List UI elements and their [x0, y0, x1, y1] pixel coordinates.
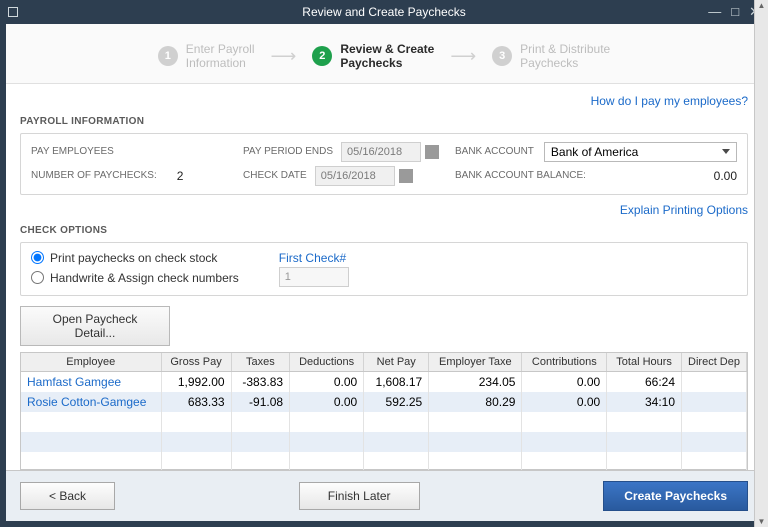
step-review-create: 2 Review & Create Paychecks: [312, 42, 434, 71]
help-link[interactable]: How do I pay my employees?: [591, 94, 748, 108]
main-container: 1 Enter Payroll Information ⟶ 2 Review &…: [6, 24, 762, 521]
cell-gross: 683.33: [161, 392, 231, 412]
create-paychecks-button[interactable]: Create Paychecks: [603, 481, 748, 511]
cell-direct: [682, 392, 747, 412]
table-row-empty: [21, 432, 747, 452]
titlebar: Review and Create Paychecks — □ ✕: [0, 0, 768, 24]
window-controls: — □ ✕: [708, 4, 760, 20]
wizard-steps: 1 Enter Payroll Information ⟶ 2 Review &…: [6, 24, 762, 84]
payroll-info-title: PAYROLL INFORMATION: [20, 116, 748, 127]
first-check-label: First Check#: [279, 251, 349, 265]
pay-period-ends-label: PAY PERIOD ENDS: [243, 146, 333, 157]
check-options-title: CHECK OPTIONS: [20, 225, 748, 236]
table-row[interactable]: Rosie Cotton-Gamgee 683.33 -91.08 0.00 5…: [21, 392, 747, 412]
col-taxes[interactable]: Taxes: [231, 353, 289, 372]
col-hours[interactable]: Total Hours: [607, 353, 682, 372]
arrow-icon: ⟶: [450, 46, 476, 67]
table-row-empty: [21, 412, 747, 432]
explain-printing-link[interactable]: Explain Printing Options: [620, 203, 748, 217]
cell-gross: 1,992.00: [161, 371, 231, 392]
table-row[interactable]: Hamfast Gamgee 1,992.00 -383.83 0.00 1,6…: [21, 371, 747, 392]
cell-hours: 34:10: [607, 392, 682, 412]
paycheck-table-wrap: Employee Gross Pay Taxes Deductions Net …: [20, 352, 748, 470]
num-paychecks-label: NUMBER OF PAYCHECKS:: [31, 170, 157, 181]
col-emptax[interactable]: Employer Taxe: [429, 353, 522, 372]
calendar-icon[interactable]: [425, 145, 439, 159]
col-contrib[interactable]: Contributions: [522, 353, 607, 372]
bank-account-value: Bank of America: [551, 145, 638, 159]
first-check-input[interactable]: [279, 267, 349, 287]
cell-taxes: -383.83: [231, 371, 289, 392]
cell-emptax: 234.05: [429, 371, 522, 392]
minimize-icon[interactable]: —: [708, 4, 721, 20]
col-direct[interactable]: Direct Dep: [682, 353, 747, 372]
content-area: How do I pay my employees? PAYROLL INFOR…: [6, 84, 762, 470]
cell-deductions: 0.00: [290, 392, 364, 412]
cell-contrib: 0.00: [522, 392, 607, 412]
step-1-label: Enter Payroll Information: [186, 42, 255, 71]
explain-link-row: Explain Printing Options: [20, 201, 748, 219]
arrow-icon: ⟶: [271, 46, 297, 67]
popout-icon[interactable]: [8, 7, 18, 17]
bank-balance-value: 0.00: [714, 169, 737, 183]
cell-net: 1,608.17: [364, 371, 429, 392]
chevron-down-icon: [722, 149, 730, 154]
step-3-label: Print & Distribute Paychecks: [520, 42, 610, 71]
col-gross[interactable]: Gross Pay: [161, 353, 231, 372]
check-date-label: CHECK DATE: [243, 170, 307, 181]
cell-taxes: -91.08: [231, 392, 289, 412]
bank-account-select[interactable]: Bank of America: [544, 142, 737, 162]
step-print-distribute: 3 Print & Distribute Paychecks: [492, 42, 610, 71]
step-1-circle: 1: [158, 46, 178, 66]
step-2-label: Review & Create Paychecks: [340, 42, 434, 71]
cell-contrib: 0.00: [522, 371, 607, 392]
cell-employee[interactable]: Hamfast Gamgee: [21, 371, 161, 392]
calendar-icon[interactable]: [399, 169, 413, 183]
radio-print-stock-input[interactable]: [31, 251, 44, 264]
pay-period-ends-input[interactable]: [341, 142, 421, 162]
step-2-circle: 2: [312, 46, 332, 66]
bank-balance-label: BANK ACCOUNT BALANCE:: [455, 170, 586, 181]
bank-account-label: BANK ACCOUNT: [455, 146, 534, 157]
cell-net: 592.25: [364, 392, 429, 412]
help-link-row: How do I pay my employees?: [20, 92, 748, 110]
finish-later-button[interactable]: Finish Later: [299, 482, 420, 510]
window-title: Review and Create Paychecks: [302, 5, 465, 19]
cell-hours: 66:24: [607, 371, 682, 392]
step-3-circle: 3: [492, 46, 512, 66]
payroll-info-box: PAY EMPLOYEES PAY PERIOD ENDS BANK ACCOU…: [20, 133, 748, 195]
maximize-icon[interactable]: □: [731, 4, 739, 20]
footer-bar: < Back Finish Later Create Paychecks: [6, 470, 762, 521]
num-paychecks-value: 2: [177, 169, 184, 183]
table-scrollbar[interactable]: ▲▼: [754, 84, 762, 470]
col-netpay[interactable]: Net Pay: [364, 353, 429, 372]
cell-direct: [682, 371, 747, 392]
table-row-empty: [21, 452, 747, 470]
radio-handwrite[interactable]: Handwrite & Assign check numbers: [31, 271, 239, 285]
check-options-box: Print paychecks on check stock Handwrite…: [20, 242, 748, 296]
radio-handwrite-input[interactable]: [31, 271, 44, 284]
col-employee[interactable]: Employee: [21, 353, 161, 372]
radio-print-stock-label: Print paychecks on check stock: [50, 251, 217, 265]
cell-emptax: 80.29: [429, 392, 522, 412]
check-date-input[interactable]: [315, 166, 395, 186]
back-button[interactable]: < Back: [20, 482, 115, 510]
pay-employees-label: PAY EMPLOYEES: [31, 146, 231, 157]
radio-print-stock[interactable]: Print paychecks on check stock: [31, 251, 239, 265]
cell-deductions: 0.00: [290, 371, 364, 392]
paycheck-table: Employee Gross Pay Taxes Deductions Net …: [21, 353, 747, 470]
col-deductions[interactable]: Deductions: [290, 353, 364, 372]
cell-employee[interactable]: Rosie Cotton-Gamgee: [21, 392, 161, 412]
radio-handwrite-label: Handwrite & Assign check numbers: [50, 271, 239, 285]
open-paycheck-detail-button[interactable]: Open Paycheck Detail...: [20, 306, 170, 346]
step-enter-payroll: 1 Enter Payroll Information: [158, 42, 255, 71]
